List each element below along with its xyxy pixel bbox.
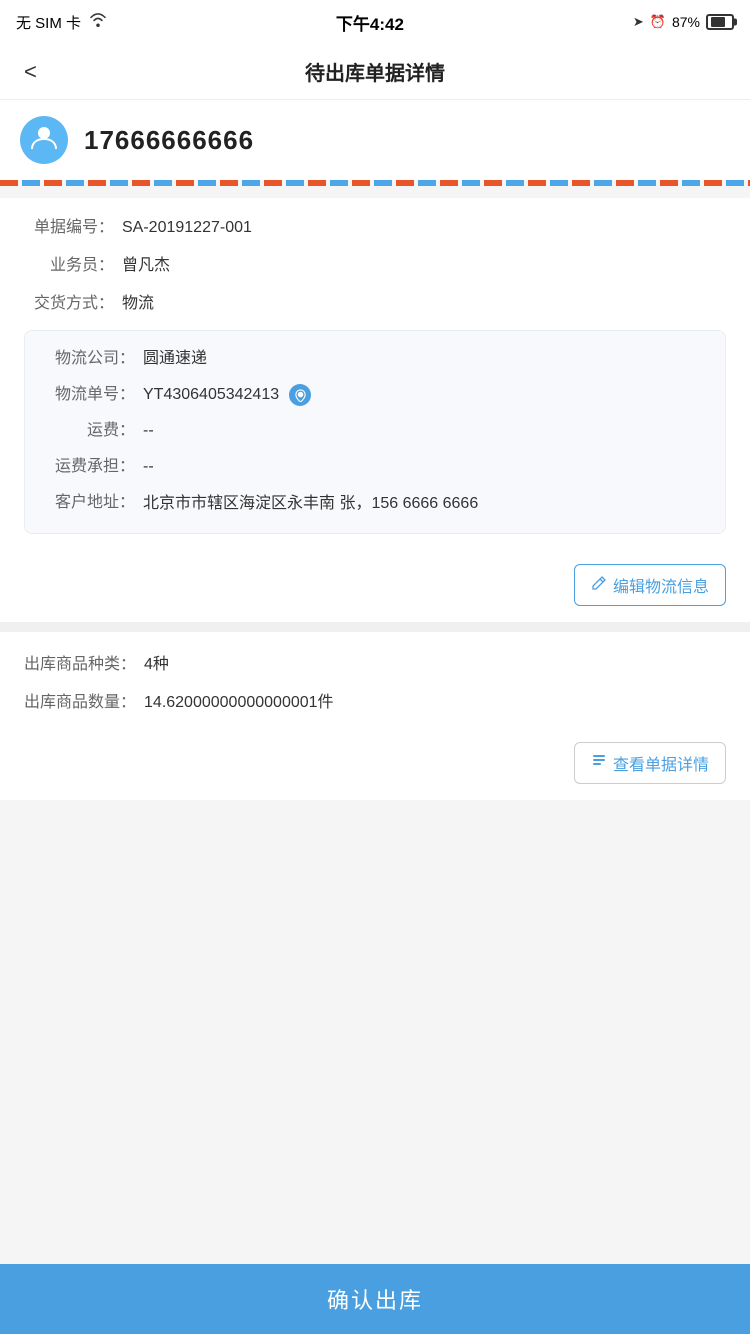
freight-value: -- — [143, 419, 705, 443]
person-icon — [30, 123, 58, 158]
dashed-divider — [0, 180, 750, 186]
carrier-label: 无 SIM 卡 — [16, 12, 81, 33]
tracking-row: 物流单号： YT4306405342413 — [45, 383, 705, 407]
wifi-icon — [89, 13, 107, 31]
logistics-company-value: 圆通速递 — [143, 347, 705, 371]
delivery-method-label: 交货方式： — [24, 292, 114, 316]
freight-label: 运费： — [45, 419, 135, 443]
battery-icon — [706, 14, 734, 30]
goods-quantity-value: 14.62000000000000001件 — [144, 688, 334, 712]
view-detail-button[interactable]: 查看单据详情 — [574, 742, 726, 784]
list-icon — [591, 752, 607, 773]
customer-header: 17666666666 — [0, 100, 750, 180]
battery-percent: 87% — [672, 14, 700, 30]
doc-number-value: SA-20191227-001 — [122, 216, 726, 240]
alarm-status-icon: ⏰ — [650, 14, 666, 30]
freight-row: 运费： -- — [45, 419, 705, 443]
logistics-company-label: 物流公司： — [45, 347, 135, 371]
address-value: 北京市市辖区海淀区永丰南 张，156 6666 6666 — [143, 491, 705, 517]
salesperson-label: 业务员： — [24, 254, 114, 278]
customer-phone: 17666666666 — [84, 125, 254, 156]
confirm-outbound-bar[interactable]: 确认出库 — [0, 1264, 750, 1334]
edit-logistics-row: 编辑物流信息 — [0, 552, 750, 622]
goods-section: 出库商品种类： 4种 出库商品数量： 14.62000000000000001件 — [0, 632, 750, 730]
status-right: ➤ ⏰ 87% — [633, 14, 734, 30]
freight-burden-value: -- — [143, 455, 705, 479]
status-left: 无 SIM 卡 — [16, 12, 107, 33]
tracking-value: YT4306405342413 — [143, 383, 705, 407]
edit-logistics-button[interactable]: 编辑物流信息 — [574, 564, 726, 606]
goods-quantity-label: 出库商品数量： — [24, 688, 136, 712]
salesperson-value: 曾凡杰 — [122, 254, 726, 278]
view-detail-row: 查看单据详情 — [0, 730, 750, 800]
doc-number-label: 单据编号： — [24, 216, 114, 240]
location-status-icon: ➤ — [633, 14, 644, 30]
salesperson-row: 业务员： 曾凡杰 — [24, 254, 726, 278]
section-divider — [0, 622, 750, 632]
goods-type-value: 4种 — [144, 650, 169, 674]
freight-burden-row: 运费承担： -- — [45, 455, 705, 479]
avatar — [20, 116, 68, 164]
status-time: 下午4:42 — [336, 10, 404, 35]
logistics-card: 物流公司： 圆通速递 物流单号： YT4306405342413 运费： -- … — [24, 330, 726, 534]
tracking-location-icon[interactable] — [289, 384, 311, 406]
page-title: 待出库单据详情 — [305, 57, 445, 86]
doc-number-row: 单据编号： SA-20191227-001 — [24, 216, 726, 240]
status-bar: 无 SIM 卡 下午4:42 ➤ ⏰ 87% — [0, 0, 750, 44]
address-label: 客户地址： — [45, 491, 135, 515]
goods-type-label: 出库商品种类： — [24, 650, 136, 674]
address-row: 客户地址： 北京市市辖区海淀区永丰南 张，156 6666 6666 — [45, 491, 705, 517]
back-button[interactable]: < — [16, 51, 45, 93]
logistics-company-row: 物流公司： 圆通速递 — [45, 347, 705, 371]
delivery-method-row: 交货方式： 物流 — [24, 292, 726, 316]
goods-quantity-row: 出库商品数量： 14.62000000000000001件 — [24, 688, 726, 712]
bottom-spacer — [0, 800, 750, 1000]
delivery-method-value: 物流 — [122, 292, 726, 316]
freight-burden-label: 运费承担： — [45, 455, 135, 479]
tracking-label: 物流单号： — [45, 383, 135, 407]
edit-icon — [591, 575, 607, 595]
goods-type-row: 出库商品种类： 4种 — [24, 650, 726, 674]
confirm-outbound-text: 确认出库 — [327, 1283, 423, 1315]
nav-bar: < 待出库单据详情 — [0, 44, 750, 100]
order-info-section: 单据编号： SA-20191227-001 业务员： 曾凡杰 交货方式： 物流 … — [0, 198, 750, 552]
